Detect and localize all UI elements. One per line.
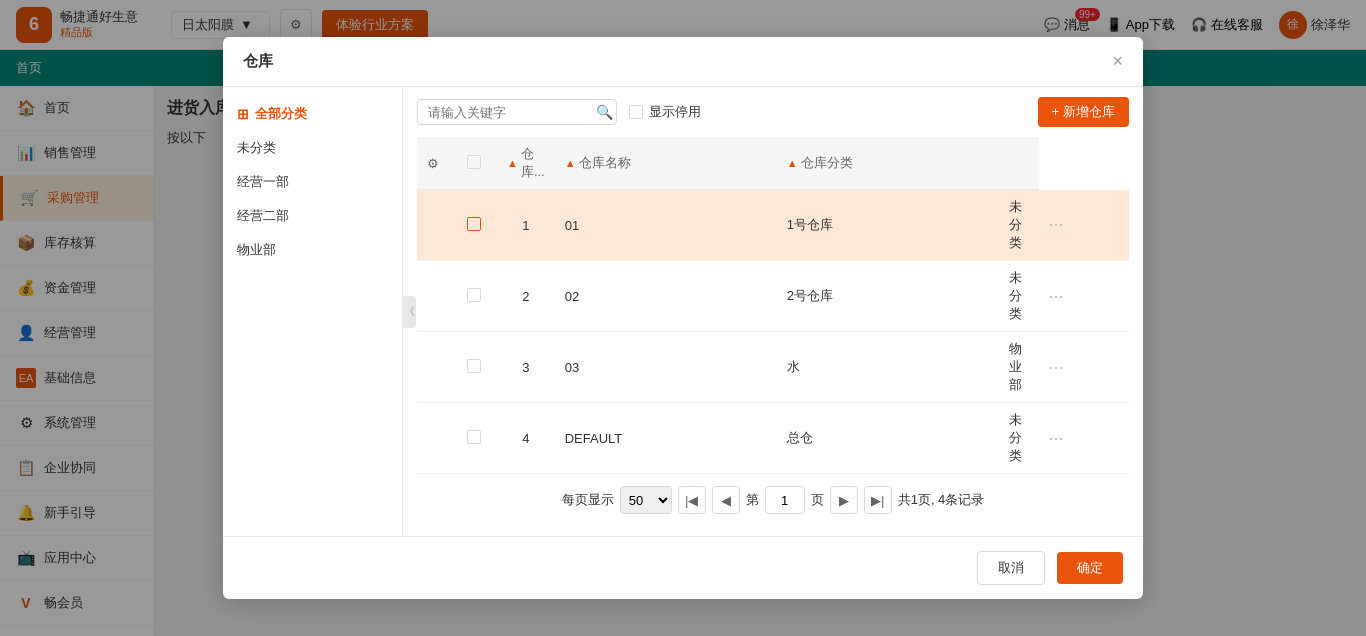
more-icon[interactable]: ···: [1049, 286, 1064, 306]
th-select-all-checkbox[interactable]: [467, 155, 481, 169]
show-disabled-label[interactable]: 显示停用: [629, 103, 701, 121]
search-icon[interactable]: 🔍: [596, 104, 613, 120]
row-checkbox-cell[interactable]: [457, 190, 497, 261]
row-code: 01: [555, 190, 777, 261]
row-checkbox[interactable]: [467, 217, 481, 231]
page-input[interactable]: [765, 486, 805, 514]
category-item-2[interactable]: 经营二部: [223, 199, 402, 233]
row-code: 02: [555, 261, 777, 332]
page-label-prefix: 第: [746, 491, 759, 509]
page-label: 页: [811, 491, 824, 509]
th-gear-icon: ⚙: [427, 156, 439, 171]
modal-title: 仓库: [243, 52, 273, 71]
th-name: ▲ 仓库名称: [555, 137, 777, 190]
th-actions: [999, 137, 1039, 190]
row-more[interactable]: ···: [1039, 261, 1129, 332]
first-page-button[interactable]: |◀: [678, 486, 706, 514]
th-checkbox: [457, 137, 497, 190]
row-code: DEFAULT: [555, 403, 777, 474]
collapse-panel-button[interactable]: 《: [402, 296, 416, 328]
th-category: ▲ 仓库分类: [777, 137, 999, 190]
row-checkbox-cell[interactable]: [457, 332, 497, 403]
show-disabled-checkbox[interactable]: [629, 105, 643, 119]
row-checkbox-cell[interactable]: [457, 403, 497, 474]
modal-footer: 取消 确定: [223, 536, 1143, 599]
row-name: 总仓: [777, 403, 999, 474]
row-checkbox-cell[interactable]: [457, 261, 497, 332]
row-more[interactable]: ···: [1039, 190, 1129, 261]
sort-icon-category: ▲: [787, 157, 798, 169]
last-page-button[interactable]: ▶|: [864, 486, 892, 514]
row-gear: [417, 190, 457, 261]
modal-overlay: 仓库 × ⊞ 全部分类 未分类 经营一部 经营二部: [0, 0, 1366, 636]
confirm-button[interactable]: 确定: [1057, 552, 1123, 584]
category-label-3: 物业部: [237, 242, 276, 257]
row-code: 03: [555, 332, 777, 403]
modal-close-button[interactable]: ×: [1112, 51, 1123, 72]
sort-icon-name: ▲: [565, 157, 576, 169]
row-category: 未分类: [999, 190, 1039, 261]
more-icon[interactable]: ···: [1049, 214, 1064, 234]
row-name: 2号仓库: [777, 261, 999, 332]
row-gear: [417, 332, 457, 403]
row-num: 3: [497, 332, 555, 403]
row-category: 未分类: [999, 403, 1039, 474]
category-panel: ⊞ 全部分类 未分类 经营一部 经营二部 物业部 《: [223, 87, 403, 536]
category-item-3[interactable]: 物业部: [223, 233, 402, 267]
category-item-0[interactable]: 未分类: [223, 131, 402, 165]
row-checkbox[interactable]: [467, 430, 481, 444]
table-body: 1 01 1号仓库 未分类 ··· 2 02 2号仓库 未分类 ··· 3 03…: [417, 190, 1129, 474]
category-label-0: 未分类: [237, 140, 276, 155]
category-item-1[interactable]: 经营一部: [223, 165, 402, 199]
search-box: 🔍: [417, 99, 617, 125]
search-input[interactable]: [428, 105, 596, 120]
row-num: 1: [497, 190, 555, 261]
row-gear: [417, 403, 457, 474]
more-icon[interactable]: ···: [1049, 428, 1064, 448]
table-row[interactable]: 2 02 2号仓库 未分类 ···: [417, 261, 1129, 332]
th-settings: ⚙: [417, 137, 457, 190]
category-label-1: 经营一部: [237, 174, 289, 189]
per-page-select[interactable]: 50 100: [620, 486, 672, 514]
row-gear: [417, 261, 457, 332]
table-panel: 🔍 显示停用 + 新增仓库 ⚙: [403, 87, 1143, 536]
category-all-label: 全部分类: [255, 105, 307, 123]
cancel-button[interactable]: 取消: [977, 551, 1045, 585]
pagination: 每页显示 50 100 |◀ ◀ 第 页 ▶ ▶| 共1页, 4条记录: [417, 474, 1129, 526]
grid-icon: ⊞: [237, 106, 249, 122]
sort-icon-code: ▲: [507, 157, 518, 169]
category-all-item[interactable]: ⊞ 全部分类: [223, 97, 402, 131]
row-more[interactable]: ···: [1039, 403, 1129, 474]
table-row[interactable]: 3 03 水 物业部 ···: [417, 332, 1129, 403]
prev-page-button[interactable]: ◀: [712, 486, 740, 514]
row-checkbox[interactable]: [467, 359, 481, 373]
row-more[interactable]: ···: [1039, 332, 1129, 403]
next-page-button[interactable]: ▶: [830, 486, 858, 514]
modal-header: 仓库 ×: [223, 37, 1143, 87]
table-row[interactable]: 1 01 1号仓库 未分类 ···: [417, 190, 1129, 261]
table-header-row: ⚙ ▲ 仓库...: [417, 137, 1129, 190]
row-num: 4: [497, 403, 555, 474]
more-icon[interactable]: ···: [1049, 357, 1064, 377]
row-num: 2: [497, 261, 555, 332]
modal-body: ⊞ 全部分类 未分类 经营一部 经营二部 物业部 《: [223, 87, 1143, 536]
add-warehouse-button[interactable]: + 新增仓库: [1038, 97, 1129, 127]
row-category: 未分类: [999, 261, 1039, 332]
warehouse-modal: 仓库 × ⊞ 全部分类 未分类 经营一部 经营二部: [223, 37, 1143, 599]
table-toolbar: 🔍 显示停用 + 新增仓库: [417, 97, 1129, 127]
row-category: 物业部: [999, 332, 1039, 403]
row-name: 1号仓库: [777, 190, 999, 261]
total-label: 共1页, 4条记录: [898, 491, 985, 509]
show-disabled-text: 显示停用: [649, 103, 701, 121]
warehouse-table: ⚙ ▲ 仓库...: [417, 137, 1129, 474]
category-label-2: 经营二部: [237, 208, 289, 223]
row-checkbox[interactable]: [467, 288, 481, 302]
th-code: ▲ 仓库...: [497, 137, 555, 190]
table-row[interactable]: 4 DEFAULT 总仓 未分类 ···: [417, 403, 1129, 474]
per-page-label: 每页显示: [562, 491, 614, 509]
row-name: 水: [777, 332, 999, 403]
